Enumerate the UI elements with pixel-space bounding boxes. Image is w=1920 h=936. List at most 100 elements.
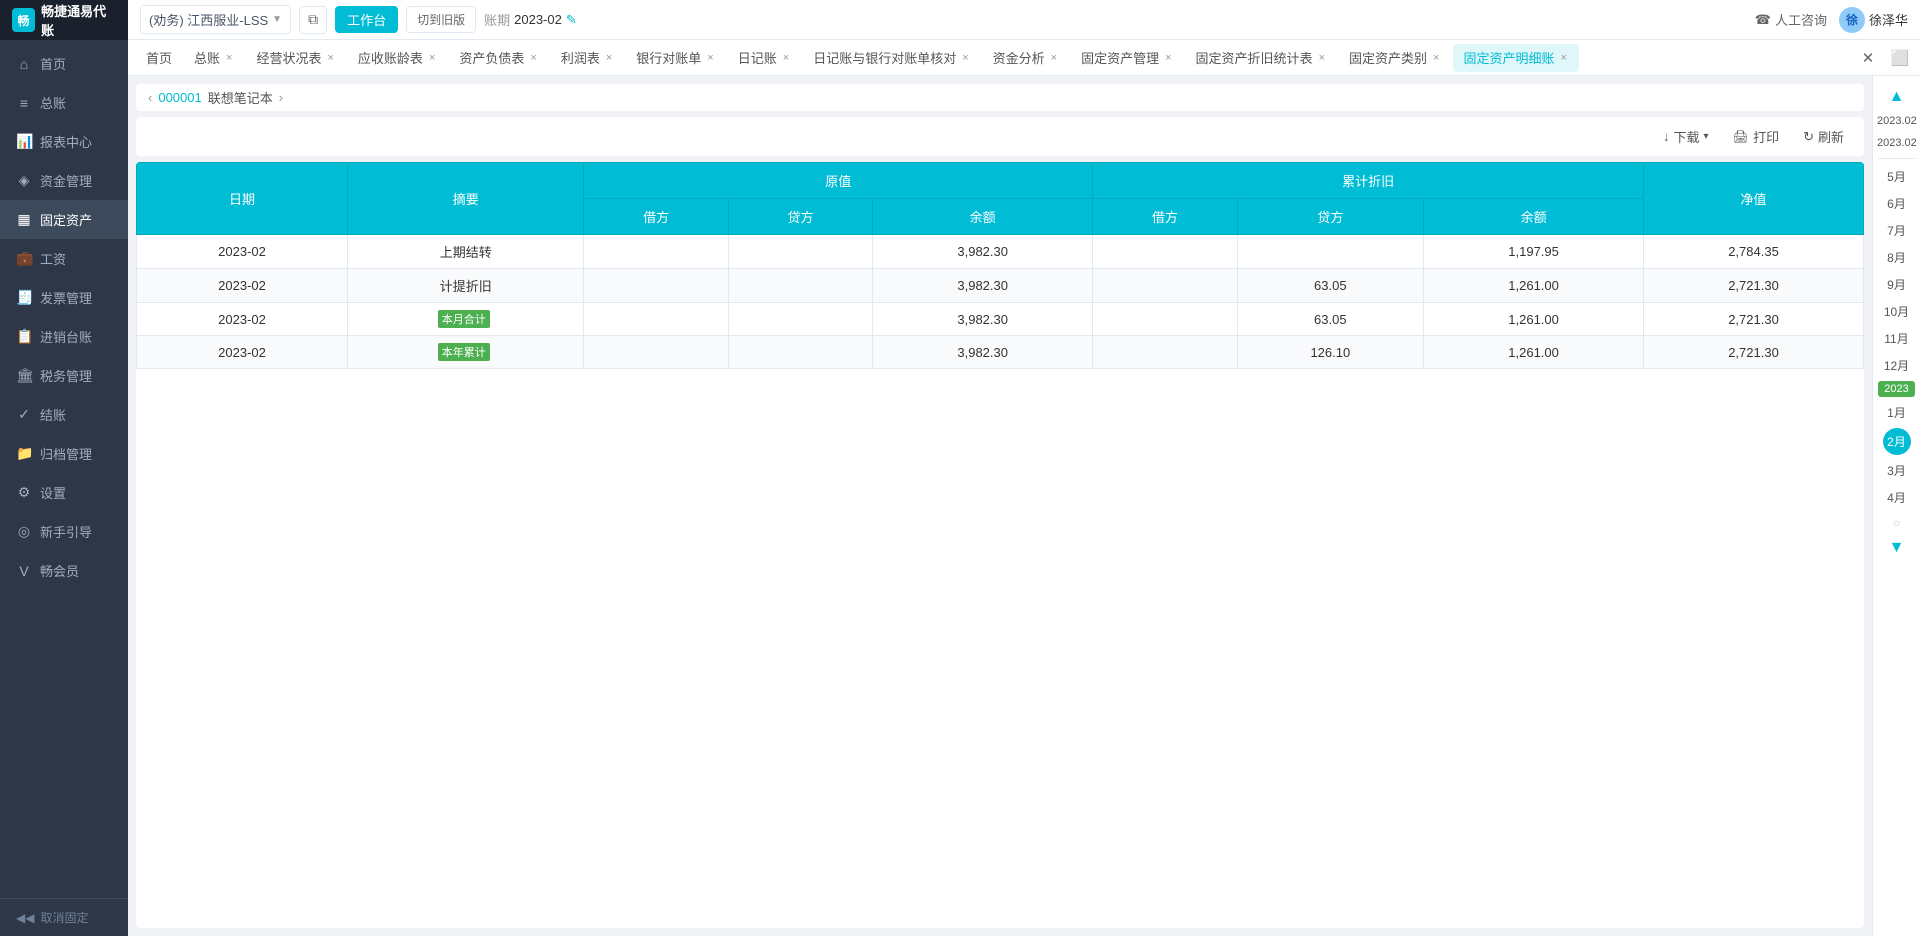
sidebar-item-settings[interactable]: ⚙ 设置 (0, 473, 128, 512)
tab-journal-close[interactable]: × (781, 52, 791, 64)
sidebar-item-ledger[interactable]: ≡ 总账 (0, 83, 128, 122)
sidebar-item-closing[interactable]: ✓ 结账 (0, 395, 128, 434)
sidebar-item-home[interactable]: ⌂ 首页 (0, 44, 128, 83)
tab-asset-mgmt-close[interactable]: × (1163, 52, 1173, 64)
tab-asset-detail[interactable]: 固定资产明细账 × (1453, 44, 1578, 72)
sidebar-item-member[interactable]: V 畅会员 (0, 551, 128, 590)
col-header-original-value: 原值 (584, 163, 1093, 199)
company-dropdown-icon: ▼ (272, 14, 282, 25)
date-nav-nov[interactable]: 11月 (1873, 325, 1920, 352)
tab-bank-statement[interactable]: 银行对账单 × (626, 44, 725, 72)
tab-business-status-close[interactable]: × (325, 52, 335, 64)
date-nav-up-button[interactable]: ▲ (1885, 84, 1909, 110)
sidebar-item-tax[interactable]: 🏛 税务管理 (0, 356, 128, 395)
tab-balance-sheet[interactable]: 资产负债表 × (449, 44, 548, 72)
tab-journal[interactable]: 日记账 × (728, 44, 801, 72)
date-nav-mar[interactable]: 3月 (1873, 457, 1920, 484)
date-nav-jun[interactable]: 6月 (1873, 190, 1920, 217)
tab-asset-category-close[interactable]: × (1431, 52, 1441, 64)
tab-maximize-button[interactable]: ⬜ (1888, 46, 1912, 70)
sidebar-label-closing: 结账 (40, 405, 66, 424)
sidebar-label-member: 畅会员 (40, 561, 79, 580)
col-header-acc-debit: 借方 (1093, 199, 1237, 235)
tab-business-status[interactable]: 经营状况表 × (246, 44, 345, 72)
cell-net-value: 2,784.35 (1644, 235, 1864, 269)
print-icon: 🖨 (1733, 129, 1750, 145)
col-header-orig-debit: 借方 (584, 199, 728, 235)
cell-orig-balance: 3,982.30 (873, 336, 1093, 369)
tab-home[interactable]: 首页 (136, 44, 182, 72)
print-button[interactable]: 🖨 打印 (1725, 123, 1788, 150)
user-menu[interactable]: 徐 徐泽华 (1839, 7, 1908, 33)
date-nav-dec[interactable]: 12月 (1873, 352, 1920, 379)
workspace-button[interactable]: 工作台 (335, 6, 398, 33)
tab-ledger[interactable]: 总账 × (184, 44, 244, 72)
company-selector[interactable]: (劝务) 江西服业-LSS ▼ (140, 5, 291, 34)
sidebar-logo: 畅 畅捷通易代账 (0, 0, 128, 40)
sidebar-item-salary[interactable]: 💼 工资 (0, 239, 128, 278)
sidebar-item-sales[interactable]: 📋 进销台账 (0, 317, 128, 356)
cell-orig-debit (584, 336, 728, 369)
tab-asset-depreciation-stats[interactable]: 固定资产折旧统计表 × (1186, 44, 1337, 72)
sidebar-footer-unpin[interactable]: ◀◀ 取消固定 (0, 898, 128, 936)
copy-button[interactable]: ⧉ (299, 6, 327, 34)
sidebar-item-assets[interactable]: ▦ 固定资产 (0, 200, 128, 239)
date-nav-2023-02-second[interactable]: 2023.02 (1873, 132, 1920, 154)
tab-receivable-age-close[interactable]: × (427, 52, 437, 64)
col-header-acc-balance: 余额 (1424, 199, 1644, 235)
date-nav-panel: ▲ 2023.02 2023.02 5月 6月 7月 8月 9月 10月 11月… (1872, 76, 1920, 936)
download-icon: ↓ (1663, 129, 1670, 144)
date-nav-may[interactable]: 5月 (1873, 163, 1920, 190)
refresh-button[interactable]: ↻ 刷新 (1795, 123, 1852, 150)
breadcrumb-nav-next[interactable]: › (279, 90, 283, 105)
date-nav-sep[interactable]: 9月 (1873, 271, 1920, 298)
tab-receivable-age[interactable]: 应收账龄表 × (348, 44, 447, 72)
sidebar-item-invoice[interactable]: 🧾 发票管理 (0, 278, 128, 317)
tab-asset-mgmt[interactable]: 固定资产管理 × (1071, 44, 1183, 72)
print-label: 打印 (1753, 127, 1779, 146)
tab-asset-detail-label: 固定资产明细账 (1463, 48, 1554, 67)
switch-version-button[interactable]: 切到旧版 (406, 6, 476, 33)
tab-bank-statement-close[interactable]: × (705, 52, 715, 64)
tab-close-all-button[interactable]: ✕ (1856, 46, 1880, 70)
cell-orig-credit (728, 235, 872, 269)
tab-balance-sheet-close[interactable]: × (528, 52, 538, 64)
date-nav-2023-02-first[interactable]: 2023.02 (1873, 110, 1920, 132)
cell-orig-credit (728, 336, 872, 369)
tab-ledger-close[interactable]: × (224, 52, 234, 64)
cell-acc-balance: 1,261.00 (1424, 303, 1644, 336)
tab-reconcile[interactable]: 日记账与银行对账单核对 × (803, 44, 980, 72)
date-nav-down-button[interactable]: ▼ (1885, 535, 1909, 561)
salary-icon: 💼 (16, 250, 32, 267)
sidebar: 畅 畅捷通易代账 ⌂ 首页 ≡ 总账 📊 报表中心 ◈ 资金管理 ▦ 固定资产 … (0, 0, 128, 936)
download-button[interactable]: ↓ 下载 ▾ (1655, 123, 1717, 150)
date-nav-apr[interactable]: 4月 (1873, 484, 1920, 511)
date-nav-oct[interactable]: 10月 (1873, 298, 1920, 325)
sidebar-label-salary: 工资 (40, 249, 66, 268)
date-nav-aug[interactable]: 8月 (1873, 244, 1920, 271)
tab-fund-analysis[interactable]: 资金分析 × (983, 44, 1069, 72)
tab-asset-detail-close[interactable]: × (1558, 52, 1568, 64)
date-nav-extra[interactable]: ○ (1873, 511, 1920, 535)
tab-profit-close[interactable]: × (604, 52, 614, 64)
date-nav-jan[interactable]: 1月 (1873, 399, 1920, 426)
assets-icon: ▦ (16, 211, 32, 228)
cell-orig-debit (584, 303, 728, 336)
sidebar-item-archive[interactable]: 📁 归档管理 (0, 434, 128, 473)
cell-acc-balance: 1,261.00 (1424, 269, 1644, 303)
support-button[interactable]: ☎ 人工咨询 (1755, 10, 1827, 29)
tab-profit[interactable]: 利润表 × (551, 44, 624, 72)
sidebar-item-reports[interactable]: 📊 报表中心 (0, 122, 128, 161)
tab-asset-depreciation-stats-close[interactable]: × (1317, 52, 1327, 64)
cell-orig-balance: 3,982.30 (873, 269, 1093, 303)
period-edit-icon[interactable]: ✎ (566, 12, 577, 28)
date-nav-jul[interactable]: 7月 (1873, 217, 1920, 244)
tab-reconcile-close[interactable]: × (960, 52, 970, 64)
sidebar-item-funds[interactable]: ◈ 资金管理 (0, 161, 128, 200)
date-nav-feb-active[interactable]: 2月 (1883, 428, 1911, 455)
tab-fund-analysis-close[interactable]: × (1049, 52, 1059, 64)
tab-asset-category[interactable]: 固定资产类别 × (1339, 44, 1451, 72)
sidebar-item-guide[interactable]: ◎ 新手引导 (0, 512, 128, 551)
archive-icon: 📁 (16, 445, 32, 462)
breadcrumb-nav-prev[interactable]: ‹ (148, 90, 152, 105)
